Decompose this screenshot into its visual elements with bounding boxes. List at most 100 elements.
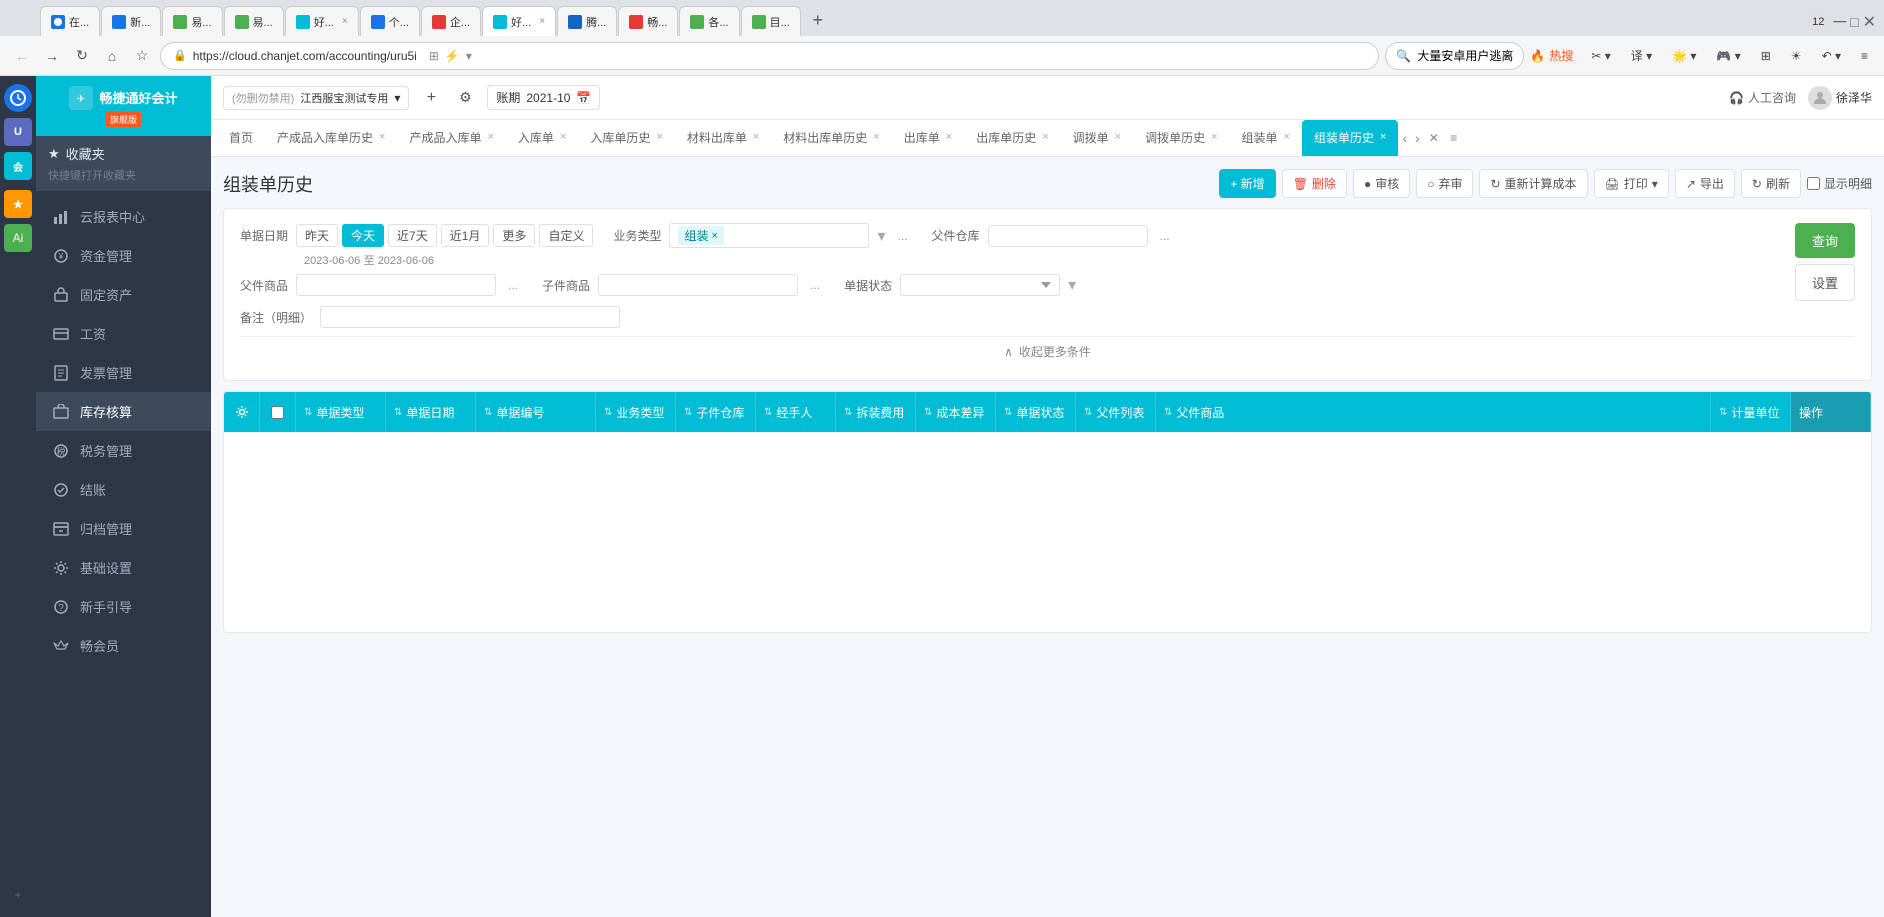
sidebar-item-checkout[interactable]: 结账 — [36, 470, 211, 509]
browser-tab-7[interactable]: 企... — [421, 6, 481, 36]
browser-tab-3[interactable]: 易... — [162, 6, 222, 36]
filter-settings-button[interactable]: 设置 — [1795, 264, 1855, 301]
close-page-tab-prod-in-history[interactable]: × — [379, 131, 385, 143]
home-browser-button[interactable]: ⌂ — [100, 44, 124, 68]
page-tab-group-order[interactable]: 组装单 × — [1230, 120, 1302, 156]
sidebar-item-tax-mgmt[interactable]: 税 税务管理 — [36, 431, 211, 470]
date-today-btn[interactable]: 今天 — [342, 224, 384, 247]
page-tab-assembly[interactable]: 调拨单 × — [1061, 120, 1133, 156]
tab-more-options-button[interactable]: ≡ — [1444, 128, 1464, 148]
app-icon-1[interactable] — [4, 84, 32, 112]
tab-scroll-right[interactable]: › — [1411, 130, 1424, 146]
close-tab-8[interactable]: × — [539, 16, 545, 27]
sidebar-item-cloud-report[interactable]: 云报表中心 — [36, 197, 211, 236]
recalc-cost-button[interactable]: ↻ 重新计算成本 — [1479, 169, 1587, 198]
page-tab-prod-in-history[interactable]: 产成品入库单历史 × — [265, 120, 397, 156]
tab-scroll-left[interactable]: ‹ — [1398, 130, 1411, 146]
parent-warehouse-more-btn[interactable]: ... — [1156, 229, 1174, 243]
biz-type-dropdown-btn[interactable]: ▾ — [877, 226, 885, 246]
browser-tab-5[interactable]: 好... × — [285, 6, 359, 36]
browser-tab-1[interactable]: 在... — [40, 6, 100, 36]
print-button[interactable]: 🖨 打印 ▾ — [1594, 169, 1669, 198]
remark-input[interactable] — [320, 306, 620, 328]
browser-tab-12[interactable]: 目... — [741, 6, 801, 36]
close-page-tab-assembly[interactable]: × — [1115, 131, 1121, 143]
maximize-button[interactable]: □ — [1850, 14, 1858, 30]
th-parent-product[interactable]: ⇅ 父件商品 — [1156, 392, 1711, 432]
browser-search-box[interactable]: 🔍 大量安卓用户逃离 — [1385, 42, 1524, 70]
th-cost-diff[interactable]: ⇅ 成本差异 — [916, 392, 996, 432]
close-page-tab-group-order[interactable]: × — [1284, 131, 1290, 143]
sidebar-item-new-guide[interactable]: ? 新手引导 — [36, 587, 211, 626]
browser-tab-9[interactable]: 腾... — [557, 6, 617, 36]
close-page-tab-out-history[interactable]: × — [1042, 131, 1048, 143]
forward-button[interactable]: → — [40, 44, 64, 68]
company-selector[interactable]: (勿删勿禁用) 江西服宝测试专用 ▾ — [223, 86, 409, 110]
th-unit[interactable]: ⇅ 计量单位 — [1711, 392, 1791, 432]
add-company-button[interactable]: + — [419, 86, 443, 110]
th-disassembly-cost[interactable]: ⇅ 拆装费用 — [836, 392, 916, 432]
date-1month-btn[interactable]: 近1月 — [441, 224, 490, 247]
th-order-date[interactable]: ⇅ 单据日期 — [386, 392, 476, 432]
page-tab-home[interactable]: 首页 — [217, 120, 265, 156]
th-child-warehouse[interactable]: ⇅ 子件仓库 — [676, 392, 756, 432]
sidebar-item-invoice-mgmt[interactable]: 发票管理 — [36, 353, 211, 392]
page-tab-out-order[interactable]: 出库单 × — [892, 120, 964, 156]
date-7days-btn[interactable]: 近7天 — [388, 224, 437, 247]
sidebar-item-basic-settings[interactable]: 基础设置 — [36, 548, 211, 587]
close-tab-5[interactable]: × — [342, 16, 348, 27]
th-parent-list[interactable]: ⇅ 父件列表 — [1076, 392, 1156, 432]
page-tab-prod-in[interactable]: 产成品入库单 × — [397, 120, 505, 156]
sidebar-item-salary[interactable]: 工资 — [36, 314, 211, 353]
close-page-tab-out-order[interactable]: × — [946, 131, 952, 143]
sidebar-item-archive-mgmt[interactable]: 归档管理 — [36, 509, 211, 548]
biz-type-more-btn[interactable]: ... — [894, 229, 912, 243]
date-custom-btn[interactable]: 自定义 — [539, 224, 593, 247]
th-order-status[interactable]: ⇅ 单据状态 — [996, 392, 1076, 432]
close-all-tabs-button[interactable]: ✕ — [1424, 128, 1444, 148]
close-page-tab-in-order[interactable]: × — [560, 131, 566, 143]
date-yesterday-btn[interactable]: 昨天 — [296, 224, 338, 247]
refresh-browser-button[interactable]: ↻ — [70, 44, 94, 68]
browser-tab-2[interactable]: 新... — [101, 6, 161, 36]
minimize-button[interactable]: ─ — [1833, 11, 1846, 32]
export-button[interactable]: ↗ 导出 — [1675, 169, 1735, 198]
translate-tool-btn[interactable]: 译 ▾ — [1625, 44, 1658, 68]
close-page-tab-in-history[interactable]: × — [656, 131, 662, 143]
grid-tool-btn[interactable]: ⊞ — [1755, 44, 1777, 68]
close-window-button[interactable]: ✕ — [1863, 12, 1876, 32]
back-button[interactable]: ← — [10, 44, 34, 68]
sidebar-item-fixed-assets[interactable]: 固定资产 — [36, 275, 211, 314]
app-icon-3[interactable]: 会 — [4, 152, 32, 180]
scissors-tool-btn[interactable]: ✂ ▾ — [1585, 44, 1616, 68]
show-detail-checkbox[interactable]: 显示明细 — [1807, 175, 1872, 192]
customer-service-btn[interactable]: 🎧 人工咨询 — [1729, 89, 1796, 106]
lightning-icon[interactable]: ⚡ — [445, 49, 460, 63]
address-bar[interactable]: 🔒 https://cloud.chanjet.com/accounting/u… — [160, 42, 1379, 70]
browser-tab-11[interactable]: 各... — [679, 6, 739, 36]
undo-tool-btn[interactable]: ↶ ▾ — [1816, 44, 1847, 68]
app-icon-4[interactable]: ★ — [4, 190, 32, 218]
sidebar-item-vip[interactable]: 畅会员 — [36, 626, 211, 665]
th-settings[interactable] — [224, 392, 260, 432]
qr-code-icon[interactable]: ⊞ — [429, 49, 439, 63]
th-biz-type[interactable]: ⇅ 业务类型 — [596, 392, 676, 432]
close-page-tab-assembly-history[interactable]: × — [1211, 131, 1217, 143]
page-tab-material-out-history[interactable]: 材料出库单历史 × — [771, 120, 891, 156]
sidebar-item-fund-mgmt[interactable]: ¥ 资金管理 — [36, 236, 211, 275]
close-page-tab-prod-in[interactable]: × — [487, 131, 493, 143]
app-icon-2[interactable]: U — [4, 118, 32, 146]
hot-search[interactable]: 🔥 热搜 — [1530, 47, 1573, 64]
page-tab-out-history[interactable]: 出库单历史 × — [964, 120, 1060, 156]
sun-tool-btn[interactable]: ☀ — [1785, 44, 1808, 68]
period-selector[interactable]: 账期 2021-10 📅 — [487, 85, 600, 110]
page-tab-material-out[interactable]: 材料出库单 × — [675, 120, 771, 156]
page-tab-in-history[interactable]: 入库单历史 × — [578, 120, 674, 156]
page-tab-in-order[interactable]: 入库单 × — [506, 120, 578, 156]
delete-button[interactable]: 🗑 删除 — [1282, 169, 1347, 198]
select-all-checkbox[interactable] — [271, 406, 284, 419]
emoji-tool-btn[interactable]: 🌟 ▾ — [1666, 44, 1702, 68]
browser-tab-6[interactable]: 个... — [360, 6, 420, 36]
parent-warehouse-input[interactable] — [988, 225, 1148, 247]
date-more-btn[interactable]: 更多 — [493, 224, 535, 247]
